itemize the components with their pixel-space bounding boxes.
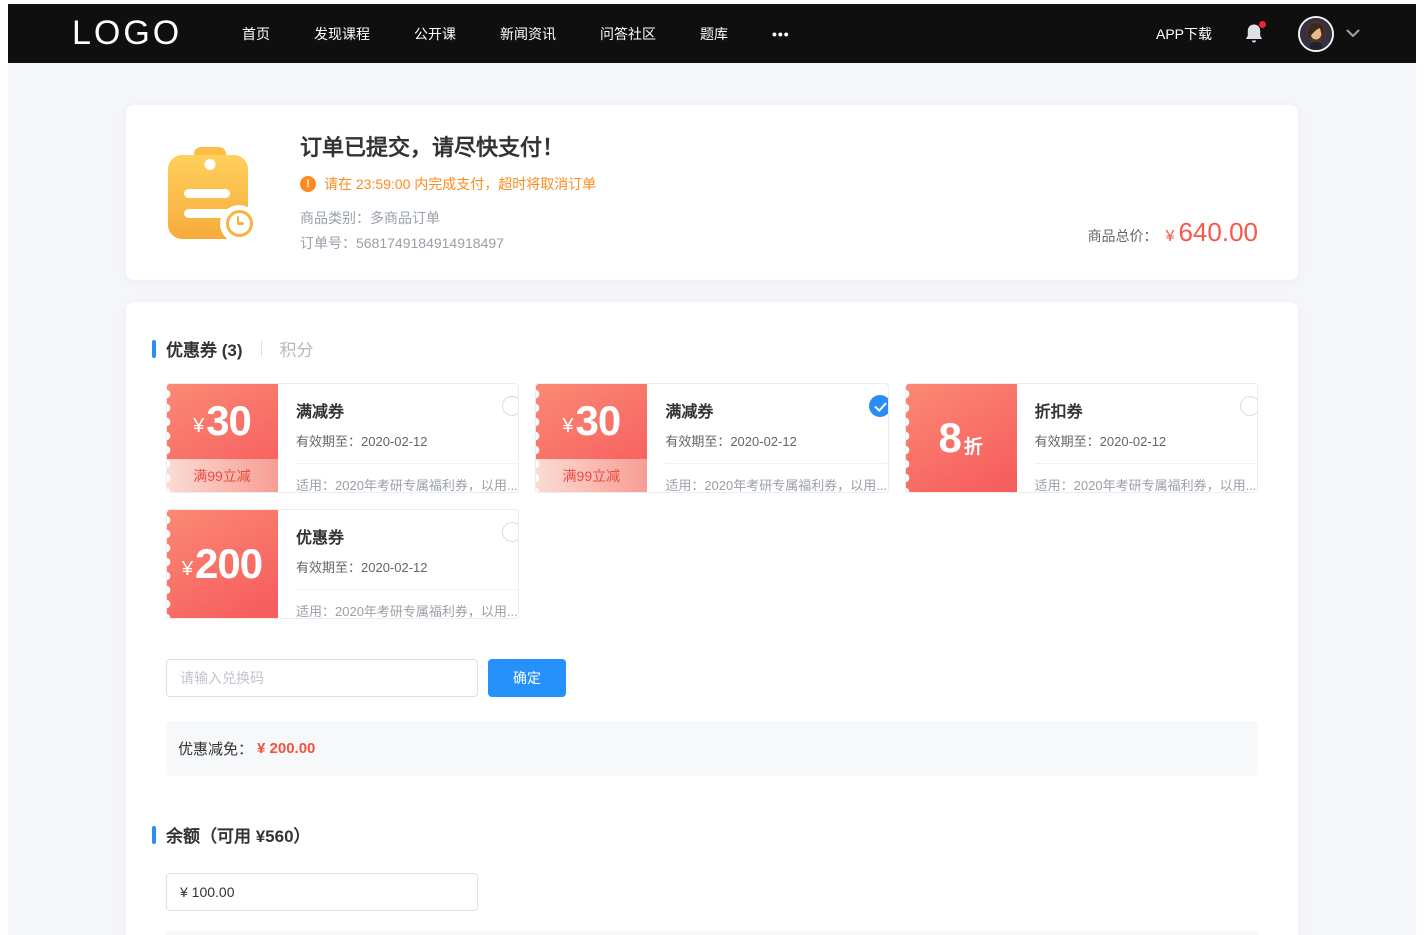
redeem-code-row: 确定 <box>166 659 1258 697</box>
warning-icon: ! <box>300 176 316 192</box>
nav-more-icon[interactable]: ••• <box>772 26 790 42</box>
coupon-validity: 有效期至：2020-02-12 <box>665 431 887 464</box>
coupon-card[interactable]: ¥200 优惠券 有效期至：2020-02-12 适用：2020年考研专属福利券… <box>166 509 519 619</box>
coupon-value-stub: ¥30 满99立减 <box>535 383 647 493</box>
coupon-value-stub: ¥30 满99立减 <box>166 383 278 493</box>
nav-item-discover-courses[interactable]: 发现课程 <box>314 24 370 44</box>
clock-icon <box>220 205 258 243</box>
coupon-card-selected[interactable]: ¥30 满99立减 满减券 有效期至：2020-02-12 适用：2020年考研… <box>535 383 888 493</box>
coupon-currency: ¥ <box>562 415 573 438</box>
chevron-down-icon[interactable] <box>1346 29 1360 38</box>
coupon-validity: 有效期至：2020-02-12 <box>1035 431 1257 464</box>
coupon-description: 适用：2020年考研专属福利券，以用... <box>296 601 518 619</box>
tab-divider <box>261 341 262 357</box>
order-category: 商品类别：多商品订单 <box>300 206 596 231</box>
coupon-title: 满减券 <box>296 398 518 422</box>
currency-symbol: ¥ <box>1166 228 1175 246</box>
redeem-code-input[interactable] <box>166 659 478 697</box>
coupon-amount: 200 <box>195 540 262 588</box>
coupon-amount: 30 <box>206 397 251 445</box>
tab-points[interactable]: 积分 <box>280 336 314 361</box>
coupon-card[interactable]: ¥30 满99立减 满减券 有效期至：2020-02-12 适用：2020年考研… <box>166 383 519 493</box>
coupon-grid: ¥30 满99立减 满减券 有效期至：2020-02-12 适用：2020年考研… <box>166 383 1258 619</box>
nav-item-open-courses[interactable]: 公开课 <box>414 24 456 44</box>
discount-amount: ¥ 200.00 <box>257 740 315 757</box>
unread-dot <box>1259 21 1266 28</box>
coupon-radio-unchecked[interactable] <box>502 522 520 542</box>
section-accent-bar <box>152 826 156 844</box>
coupon-description: 适用：2020年考研专属福利券，以用... <box>1035 475 1257 493</box>
nav-item-news[interactable]: 新闻资讯 <box>500 24 556 44</box>
order-meta: 商品类别：多商品订单 订单号：5681749184914918497 <box>300 206 596 256</box>
coupon-tabs: 优惠券 (3) 积分 <box>152 336 1258 361</box>
total-amount: 640.00 <box>1178 217 1258 248</box>
coupon-radio-checked[interactable] <box>869 395 889 417</box>
coupon-currency: ¥ <box>193 415 204 438</box>
coupon-unit: 折 <box>964 432 983 459</box>
nav-item-qa-community[interactable]: 问答社区 <box>600 24 656 44</box>
logo[interactable]: LOGO <box>72 14 176 53</box>
balance-section-title: 余额（可用 ¥560） <box>152 822 1258 847</box>
coupon-value-stub: ¥200 <box>166 509 278 619</box>
avatar[interactable] <box>1298 16 1334 52</box>
payment-options-card: 优惠券 (3) 积分 ¥30 满99立减 满减券 有效期至：2020-02-12… <box>126 302 1298 935</box>
discount-summary-bar: 优惠减免： ¥ 200.00 <box>166 721 1258 776</box>
coupon-title: 优惠券 <box>296 524 518 548</box>
nav-item-home[interactable]: 首页 <box>242 24 270 44</box>
coupon-validity: 有效期至：2020-02-12 <box>296 557 518 590</box>
deadline-text: 请在 23:59:00 内完成支付，超时将取消订单 <box>324 174 596 194</box>
coupon-currency: ¥ <box>182 558 193 581</box>
coupon-title: 满减券 <box>665 398 887 422</box>
coupon-amount: 8 <box>938 414 960 462</box>
coupon-body: 折扣券 有效期至：2020-02-12 适用：2020年考研专属福利券，以用..… <box>1017 384 1258 492</box>
notification-bell-icon[interactable] <box>1244 23 1264 45</box>
coupon-condition: 满99立减 <box>535 459 647 493</box>
coupon-body: 满减券 有效期至：2020-02-12 适用：2020年考研专属福利券，以用..… <box>278 384 519 492</box>
coupon-description: 适用：2020年考研专属福利券，以用... <box>296 475 518 493</box>
coupon-body: 优惠券 有效期至：2020-02-12 适用：2020年考研专属福利券，以用..… <box>278 510 519 618</box>
coupon-radio-unchecked[interactable] <box>1240 396 1258 416</box>
discount-label: 优惠减免： <box>178 738 253 759</box>
section-accent-bar <box>152 340 156 358</box>
coupon-radio-unchecked[interactable] <box>502 396 520 416</box>
coupon-body: 满减券 有效期至：2020-02-12 适用：2020年考研专属福利券，以用..… <box>647 384 888 492</box>
payment-deadline-warning: ! 请在 23:59:00 内完成支付，超时将取消订单 <box>300 174 596 194</box>
nav-menu: 首页 发现课程 公开课 新闻资讯 问答社区 题库 ••• <box>242 24 790 44</box>
coupon-validity: 有效期至：2020-02-12 <box>296 431 518 464</box>
app-download-link[interactable]: APP下载 <box>1156 24 1212 44</box>
next-section-bar <box>166 931 1258 935</box>
order-info: 订单已提交，请尽快支付！ ! 请在 23:59:00 内完成支付，超时将取消订单… <box>300 130 596 256</box>
coupon-title: 折扣券 <box>1035 398 1257 422</box>
top-navbar: LOGO 首页 发现课程 公开课 新闻资讯 问答社区 题库 ••• APP下载 <box>8 4 1416 63</box>
coupon-description: 适用：2020年考研专属福利券，以用... <box>665 475 887 493</box>
page-content: 订单已提交，请尽快支付！ ! 请在 23:59:00 内完成支付，超时将取消订单… <box>8 63 1416 935</box>
nav-item-question-bank[interactable]: 题库 <box>700 24 728 44</box>
total-label: 商品总价： <box>1088 226 1158 246</box>
coupon-condition: 满99立减 <box>166 459 278 493</box>
coupon-card[interactable]: 8折 折扣券 有效期至：2020-02-12 适用：2020年考研专属福利券，以… <box>905 383 1258 493</box>
tab-coupons[interactable]: 优惠券 (3) <box>166 336 243 361</box>
coupon-value-stub: 8折 <box>905 383 1017 493</box>
balance-amount-input[interactable] <box>166 873 478 911</box>
avatar-photo <box>1300 18 1332 50</box>
coupon-amount: 30 <box>576 397 621 445</box>
confirm-button[interactable]: 确定 <box>488 659 566 697</box>
balance-title-text: 余额（可用 ¥560） <box>166 822 311 847</box>
order-title: 订单已提交，请尽快支付！ <box>300 130 596 162</box>
order-total: 商品总价： ¥ 640.00 <box>1088 217 1258 248</box>
order-number: 订单号：5681749184914918497 <box>300 231 596 256</box>
clipboard-clock-icon <box>166 147 254 239</box>
navbar-right: APP下载 <box>1156 16 1360 52</box>
order-summary-card: 订单已提交，请尽快支付！ ! 请在 23:59:00 内完成支付，超时将取消订单… <box>126 105 1298 280</box>
